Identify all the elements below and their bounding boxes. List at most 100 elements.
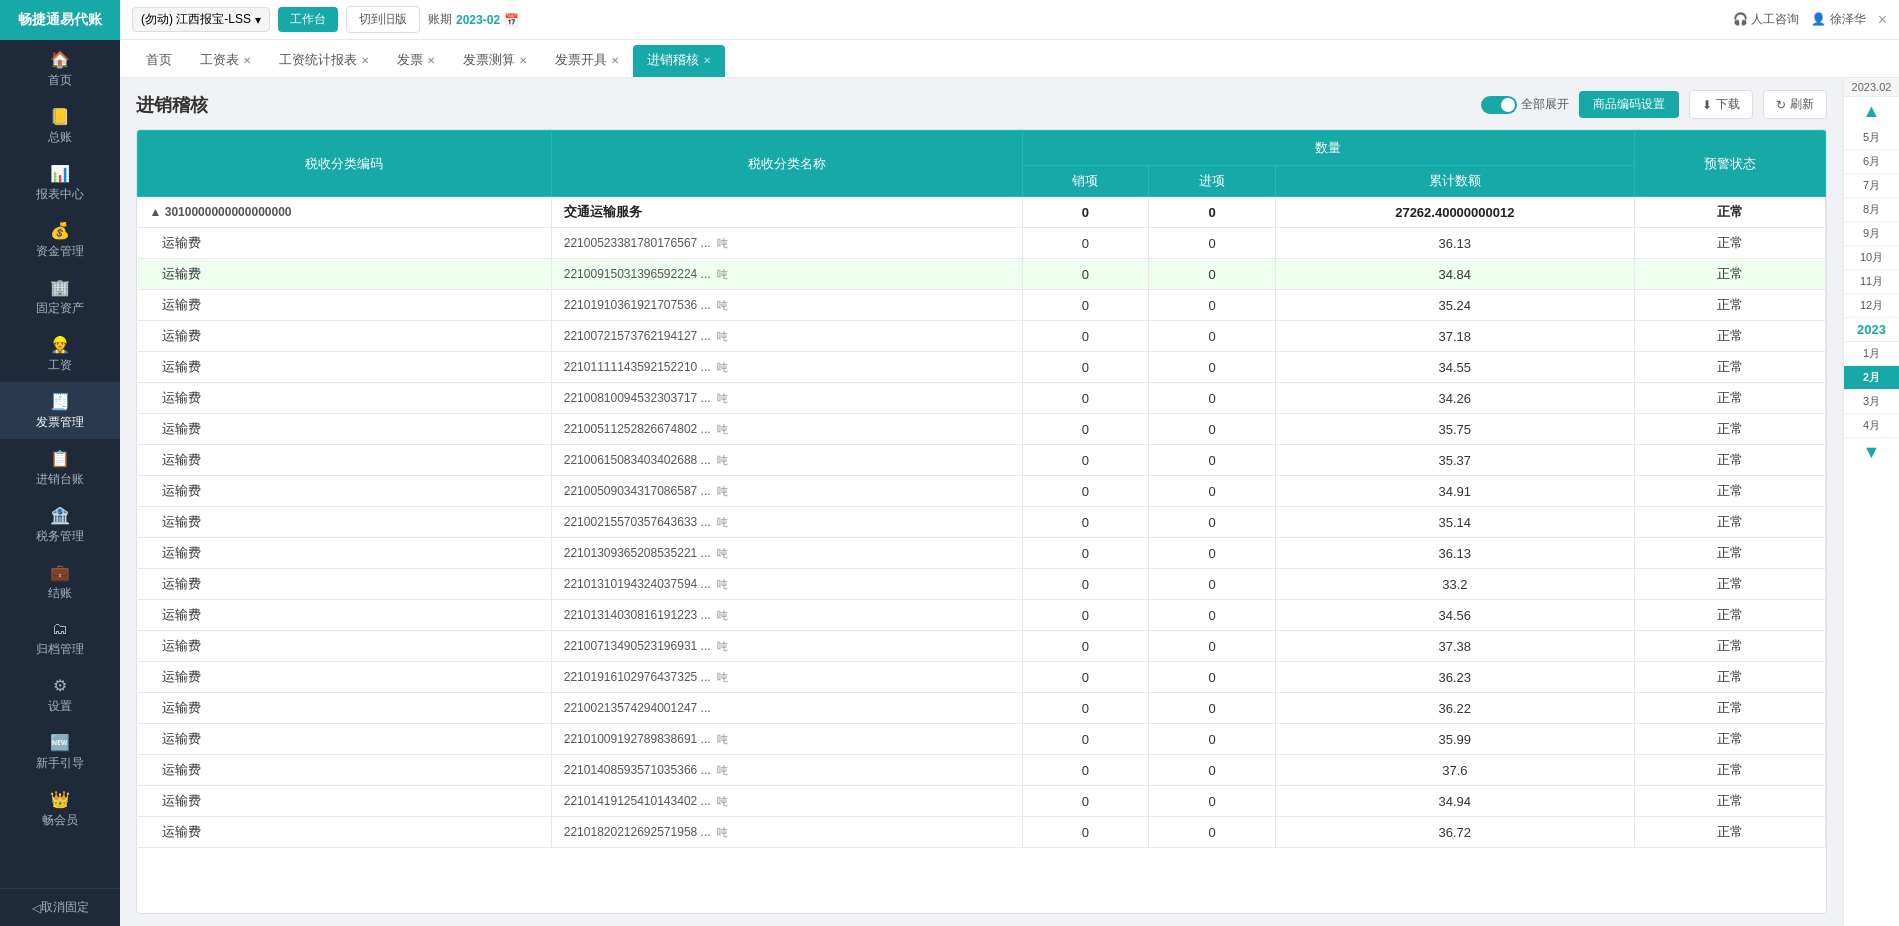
table-row: 运输费 22101820212692571958 ... 吨 0 0 36.72… — [138, 817, 1826, 848]
sidebar-item-home[interactable]: 🏠 首页 — [0, 40, 120, 97]
col-name-header: 税收分类名称 — [551, 131, 1022, 197]
cell-status: 正常 — [1634, 507, 1825, 538]
month-item[interactable]: 3月 — [1844, 390, 1899, 414]
tab-salary-report[interactable]: 工资统计报表 ✕ — [265, 45, 383, 77]
workbench-button[interactable]: 工作台 — [278, 7, 338, 32]
nav-down-button[interactable]: ▼ — [1844, 438, 1899, 467]
table-row: 运输费 22100615083403402688 ... 吨 0 0 35.37… — [138, 445, 1826, 476]
tab-invoice-issue[interactable]: 发票开具 ✕ — [541, 45, 633, 77]
sidebar-item-purchase-sales[interactable]: 📋 进销台账 — [0, 439, 120, 496]
cell-cumulative: 35.75 — [1276, 414, 1635, 445]
month-item[interactable]: 5月 — [1844, 126, 1899, 150]
month-item[interactable]: 11月 — [1844, 270, 1899, 294]
month-item[interactable]: 12月 — [1844, 294, 1899, 318]
sidebar-item-assets[interactable]: 🏢 固定资产 — [0, 268, 120, 325]
cell-purchase: 0 — [1149, 290, 1276, 321]
refresh-button[interactable]: ↻ 刷新 — [1763, 90, 1827, 119]
cell-sales: 0 — [1022, 631, 1149, 662]
main-area: (勿动) 江西报宝-LSS ▾ 工作台 切到旧版 账期 2023-02 📅 🎧 … — [120, 0, 1899, 926]
tab-salary[interactable]: 工资表 ✕ — [186, 45, 265, 77]
company-name: (勿动) 江西报宝-LSS — [141, 11, 251, 28]
tab-close-icon[interactable]: ✕ — [519, 55, 527, 66]
invoice-icon: 🧾 — [50, 392, 70, 411]
table-row: 运输费 22100215570357643633 ... 吨 0 0 35.14… — [138, 507, 1826, 538]
month-item[interactable]: 10月 — [1844, 246, 1899, 270]
cell-cumulative: 37.38 — [1276, 631, 1635, 662]
cell-tag-id: 22101111143592152210 ... 吨 — [551, 352, 1022, 383]
toggle-switch[interactable] — [1481, 96, 1517, 114]
sidebar-item-tax[interactable]: 🏦 税务管理 — [0, 496, 120, 553]
tab-close-icon[interactable]: ✕ — [361, 55, 369, 66]
nav-up-button[interactable]: ▲ — [1844, 97, 1899, 126]
topbar-right: 🎧 人工咨询 👤 徐泽华 × — [1733, 11, 1887, 29]
cell-tag-id: 22101916102976437325 ... 吨 — [551, 662, 1022, 693]
month-item[interactable]: 6月 — [1844, 150, 1899, 174]
cell-status: 正常 — [1634, 631, 1825, 662]
page-title: 进销稽核 — [136, 93, 208, 117]
table-row: 运输费 22101310194324037594 ... 吨 0 0 33.2 … — [138, 569, 1826, 600]
sidebar-item-guide[interactable]: 🆕 新手引导 — [0, 723, 120, 780]
table-row: 运输费 22100713490523196931 ... 吨 0 0 37.38… — [138, 631, 1826, 662]
cell-name: 运输费 — [138, 476, 552, 507]
month-item[interactable]: 9月 — [1844, 222, 1899, 246]
cell-sales: 0 — [1022, 538, 1149, 569]
purchase-sales-icon: 📋 — [50, 449, 70, 468]
salary-icon: 👷 — [50, 335, 70, 354]
company-selector[interactable]: (勿动) 江西报宝-LSS ▾ — [132, 7, 270, 32]
ledger-icon: 📒 — [50, 107, 70, 126]
year-label-top: 2023.02 — [1844, 78, 1899, 97]
cell-cumulative: 35.14 — [1276, 507, 1635, 538]
month-item[interactable]: 1月 — [1844, 342, 1899, 366]
table-row: 运输费 22101910361921707536 ... 吨 0 0 35.24… — [138, 290, 1826, 321]
sidebar-item-invoice[interactable]: 🧾 发票管理 — [0, 382, 120, 439]
tab-home[interactable]: 首页 — [132, 45, 186, 77]
period-label: 账期 2023-02 📅 — [428, 11, 519, 28]
cell-name: 运输费 — [138, 290, 552, 321]
tab-close-icon[interactable]: ✕ — [611, 55, 619, 66]
cell-tag-id: 22100713490523196931 ... 吨 — [551, 631, 1022, 662]
download-button[interactable]: ⬇ 下载 — [1689, 90, 1753, 119]
tab-close-icon[interactable]: ✕ — [243, 55, 251, 66]
cell-sales: 0 — [1022, 228, 1149, 259]
switch-old-button[interactable]: 切到旧版 — [346, 6, 420, 33]
sidebar-item-archive[interactable]: 🗂 归档管理 — [0, 610, 120, 666]
cell-status: 正常 — [1634, 755, 1825, 786]
support-button[interactable]: 🎧 人工咨询 — [1733, 11, 1799, 28]
sidebar-item-closing[interactable]: 💼 结账 — [0, 553, 120, 610]
content-area: 进销稽核 全部展开 商品编码设置 ⬇ 下载 ↻ 刷 — [120, 78, 1843, 926]
cell-status: 正常 — [1634, 197, 1825, 228]
cell-status: 正常 — [1634, 290, 1825, 321]
cell-purchase: 0 — [1149, 507, 1276, 538]
month-item[interactable]: 7月 — [1844, 174, 1899, 198]
tab-close-icon[interactable]: ✕ — [427, 55, 435, 66]
table-row: 运输费 22101314030816191223 ... 吨 0 0 34.56… — [138, 600, 1826, 631]
sidebar-item-finance[interactable]: 💰 资金管理 — [0, 211, 120, 268]
tab-invoice-calc[interactable]: 发票测算 ✕ — [449, 45, 541, 77]
cell-tag-id: 22100213574294001247 ... — [551, 693, 1022, 724]
cell-tag-id: 22101910361921707536 ... 吨 — [551, 290, 1022, 321]
cell-sales: 0 — [1022, 569, 1149, 600]
sidebar-item-member[interactable]: 👑 畅会员 — [0, 780, 120, 837]
cell-name: 运输费 — [138, 786, 552, 817]
tab-close-icon[interactable]: ✕ — [703, 55, 711, 66]
cell-purchase: 0 — [1149, 228, 1276, 259]
sidebar-item-ledger[interactable]: 📒 总账 — [0, 97, 120, 154]
close-button[interactable]: × — [1878, 11, 1887, 29]
cell-cumulative: 34.56 — [1276, 600, 1635, 631]
sidebar-item-label: 畅会员 — [42, 812, 78, 829]
user-menu[interactable]: 👤 徐泽华 — [1811, 11, 1865, 28]
month-item[interactable]: 8月 — [1844, 198, 1899, 222]
tab-purchase-sales-check[interactable]: 进销稽核 ✕ — [633, 45, 725, 77]
sidebar-item-salary[interactable]: 👷 工资 — [0, 325, 120, 382]
sidebar-item-reports[interactable]: 📊 报表中心 — [0, 154, 120, 211]
month-item[interactable]: 4月 — [1844, 414, 1899, 438]
cell-name: 运输费 — [138, 724, 552, 755]
expand-toggle[interactable]: 全部展开 — [1481, 96, 1569, 114]
month-item[interactable]: 2月 — [1844, 366, 1899, 390]
right-panel: 2023.02 ▲ 5月6月7月8月9月10月11月12月 2023 1月2月3… — [1843, 78, 1899, 926]
unpin-button[interactable]: ◁ 取消固定 — [0, 888, 120, 926]
sidebar-item-settings[interactable]: ⚙ 设置 — [0, 666, 120, 723]
cell-name: 运输费 — [138, 445, 552, 476]
tab-invoice[interactable]: 发票 ✕ — [383, 45, 449, 77]
settings-button[interactable]: 商品编码设置 — [1579, 91, 1679, 118]
